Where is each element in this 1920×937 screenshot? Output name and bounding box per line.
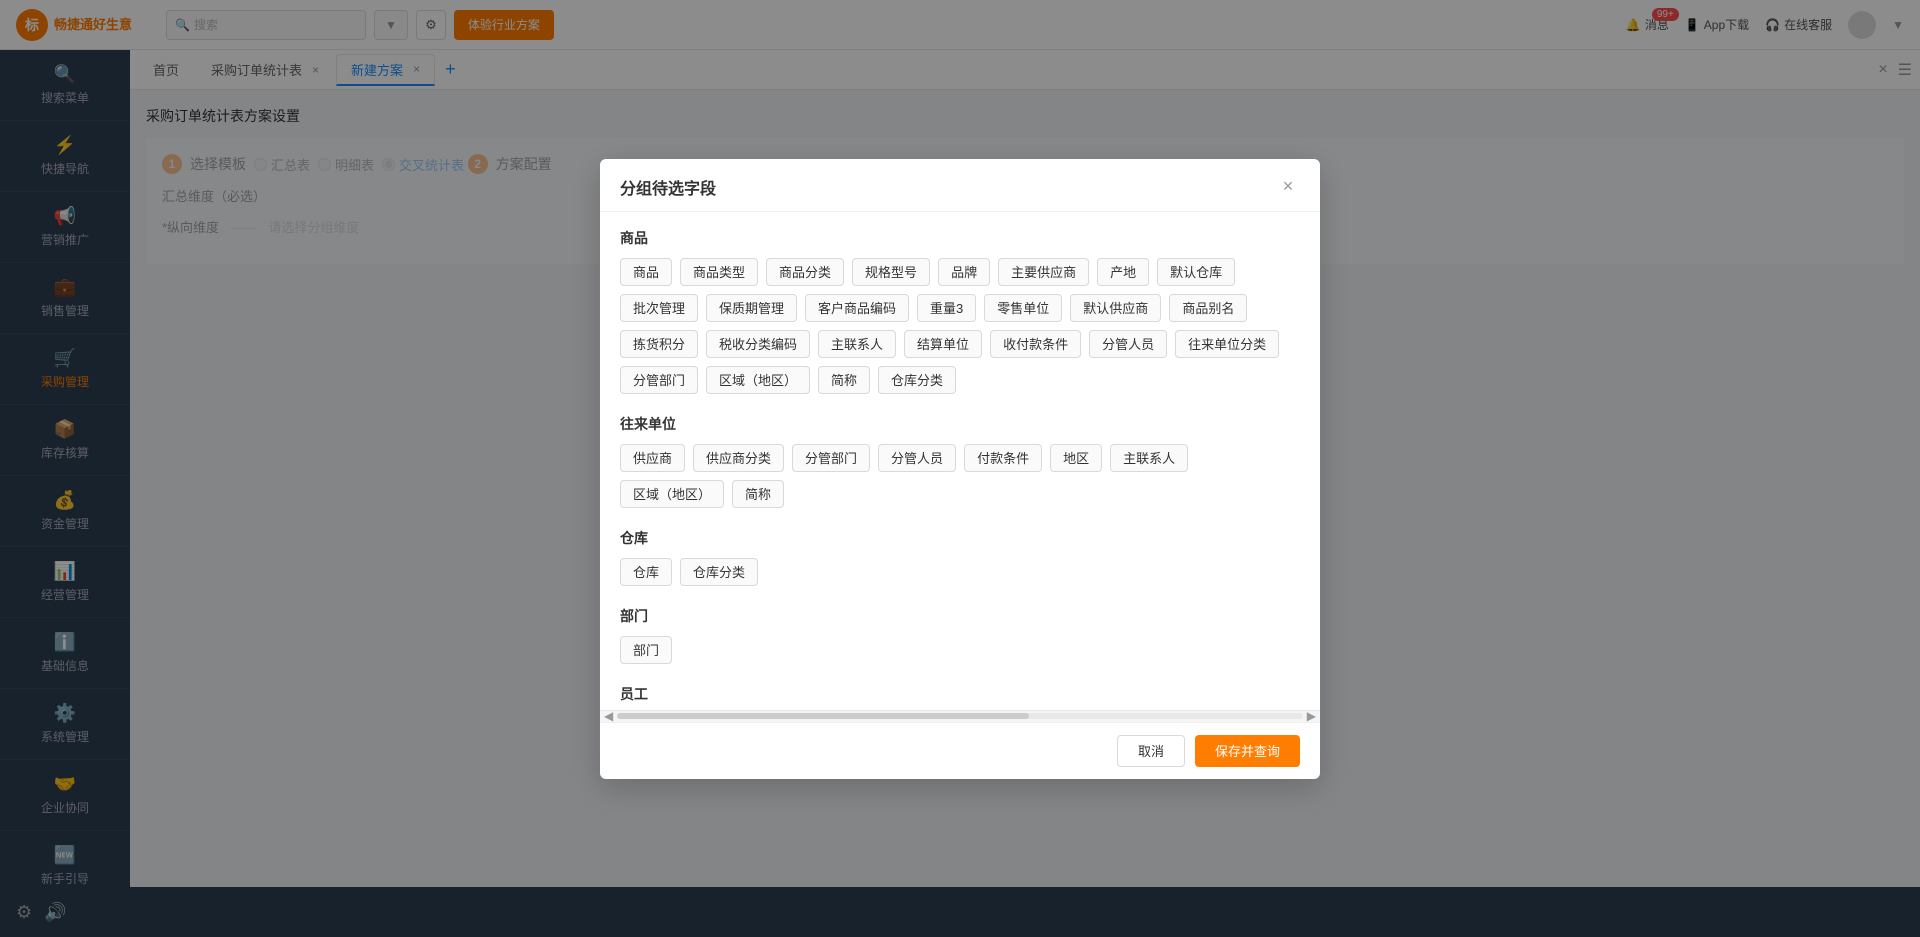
modal-header: 分组待选字段 × bbox=[600, 159, 1320, 212]
field-tag[interactable]: 税收分类编码 bbox=[706, 330, 810, 358]
hscroll-thumb[interactable] bbox=[617, 713, 1028, 719]
field-tag[interactable]: 商品别名 bbox=[1169, 294, 1247, 322]
field-tag[interactable]: 零售单位 bbox=[984, 294, 1062, 322]
field-tag[interactable]: 商品类型 bbox=[680, 258, 758, 286]
field-tag[interactable]: 仓库 bbox=[620, 558, 672, 586]
field-tag[interactable]: 客户商品编码 bbox=[805, 294, 909, 322]
section-product-title: 商品 bbox=[620, 228, 1300, 248]
field-tag[interactable]: 付款条件 bbox=[964, 444, 1042, 472]
modal-overlay: 分组待选字段 × 商品 商品 商品类型 商品分类 规格型号 品牌 主要供应商 产… bbox=[0, 0, 1920, 937]
section-product-fields: 商品 商品类型 商品分类 规格型号 品牌 主要供应商 产地 默认仓库 批次管理 … bbox=[620, 258, 1300, 394]
field-tag[interactable]: 商品 bbox=[620, 258, 672, 286]
field-tag[interactable]: 地区 bbox=[1050, 444, 1102, 472]
field-tag[interactable]: 主联系人 bbox=[1110, 444, 1188, 472]
section-contacts-title: 往来单位 bbox=[620, 414, 1300, 434]
section-department-fields: 部门 bbox=[620, 636, 1300, 664]
cancel-button[interactable]: 取消 bbox=[1117, 735, 1185, 767]
field-tag[interactable]: 区域（地区） bbox=[706, 366, 810, 394]
hscroll-track bbox=[617, 713, 1303, 719]
field-tag[interactable]: 商品分类 bbox=[766, 258, 844, 286]
section-product: 商品 商品 商品类型 商品分类 规格型号 品牌 主要供应商 产地 默认仓库 批次… bbox=[620, 228, 1300, 394]
field-tag[interactable]: 结算单位 bbox=[904, 330, 982, 358]
section-department: 部门 部门 bbox=[620, 606, 1300, 664]
confirm-button[interactable]: 保存并查询 bbox=[1195, 735, 1300, 767]
section-contacts: 往来单位 供应商 供应商分类 分管部门 分管人员 付款条件 地区 主联系人 区域… bbox=[620, 414, 1300, 508]
field-tag[interactable]: 品牌 bbox=[938, 258, 990, 286]
field-tag[interactable]: 批次管理 bbox=[620, 294, 698, 322]
section-contacts-fields: 供应商 供应商分类 分管部门 分管人员 付款条件 地区 主联系人 区域（地区） … bbox=[620, 444, 1300, 508]
field-tag[interactable]: 分管部门 bbox=[620, 366, 698, 394]
field-tag[interactable]: 简称 bbox=[818, 366, 870, 394]
field-tag[interactable]: 供应商分类 bbox=[693, 444, 784, 472]
field-tag[interactable]: 默认供应商 bbox=[1070, 294, 1161, 322]
field-tag[interactable]: 产地 bbox=[1097, 258, 1149, 286]
field-tag[interactable]: 部门 bbox=[620, 636, 672, 664]
field-select-modal: 分组待选字段 × 商品 商品 商品类型 商品分类 规格型号 品牌 主要供应商 产… bbox=[600, 159, 1320, 779]
section-department-title: 部门 bbox=[620, 606, 1300, 626]
field-tag[interactable]: 仓库分类 bbox=[680, 558, 758, 586]
modal-horizontal-scrollbar[interactable]: ◀ ▶ bbox=[600, 710, 1320, 722]
field-tag[interactable]: 区域（地区） bbox=[620, 480, 724, 508]
field-tag[interactable]: 主要供应商 bbox=[998, 258, 1089, 286]
modal-close-button[interactable]: × bbox=[1276, 175, 1300, 199]
field-tag[interactable]: 重量3 bbox=[917, 294, 976, 322]
field-tag[interactable]: 收付款条件 bbox=[990, 330, 1081, 358]
field-tag[interactable]: 仓库分类 bbox=[878, 366, 956, 394]
field-tag[interactable]: 规格型号 bbox=[852, 258, 930, 286]
field-tag[interactable]: 供应商 bbox=[620, 444, 685, 472]
field-tag[interactable]: 默认仓库 bbox=[1157, 258, 1235, 286]
field-tag[interactable]: 保质期管理 bbox=[706, 294, 797, 322]
field-tag[interactable]: 简称 bbox=[732, 480, 784, 508]
section-warehouse-fields: 仓库 仓库分类 bbox=[620, 558, 1300, 586]
modal-body: 商品 商品 商品类型 商品分类 规格型号 品牌 主要供应商 产地 默认仓库 批次… bbox=[600, 212, 1320, 710]
field-tag[interactable]: 主联系人 bbox=[818, 330, 896, 358]
section-warehouse: 仓库 仓库 仓库分类 bbox=[620, 528, 1300, 586]
field-tag[interactable]: 拣货积分 bbox=[620, 330, 698, 358]
field-tag[interactable]: 往来单位分类 bbox=[1175, 330, 1279, 358]
modal-footer: 取消 保存并查询 bbox=[600, 722, 1320, 779]
section-employee-title: 员工 bbox=[620, 684, 1300, 704]
field-tag[interactable]: 分管人员 bbox=[878, 444, 956, 472]
field-tag[interactable]: 分管人员 bbox=[1089, 330, 1167, 358]
section-warehouse-title: 仓库 bbox=[620, 528, 1300, 548]
modal-title: 分组待选字段 bbox=[620, 175, 716, 199]
section-employee: 员工 业务员 bbox=[620, 684, 1300, 710]
field-tag[interactable]: 分管部门 bbox=[792, 444, 870, 472]
